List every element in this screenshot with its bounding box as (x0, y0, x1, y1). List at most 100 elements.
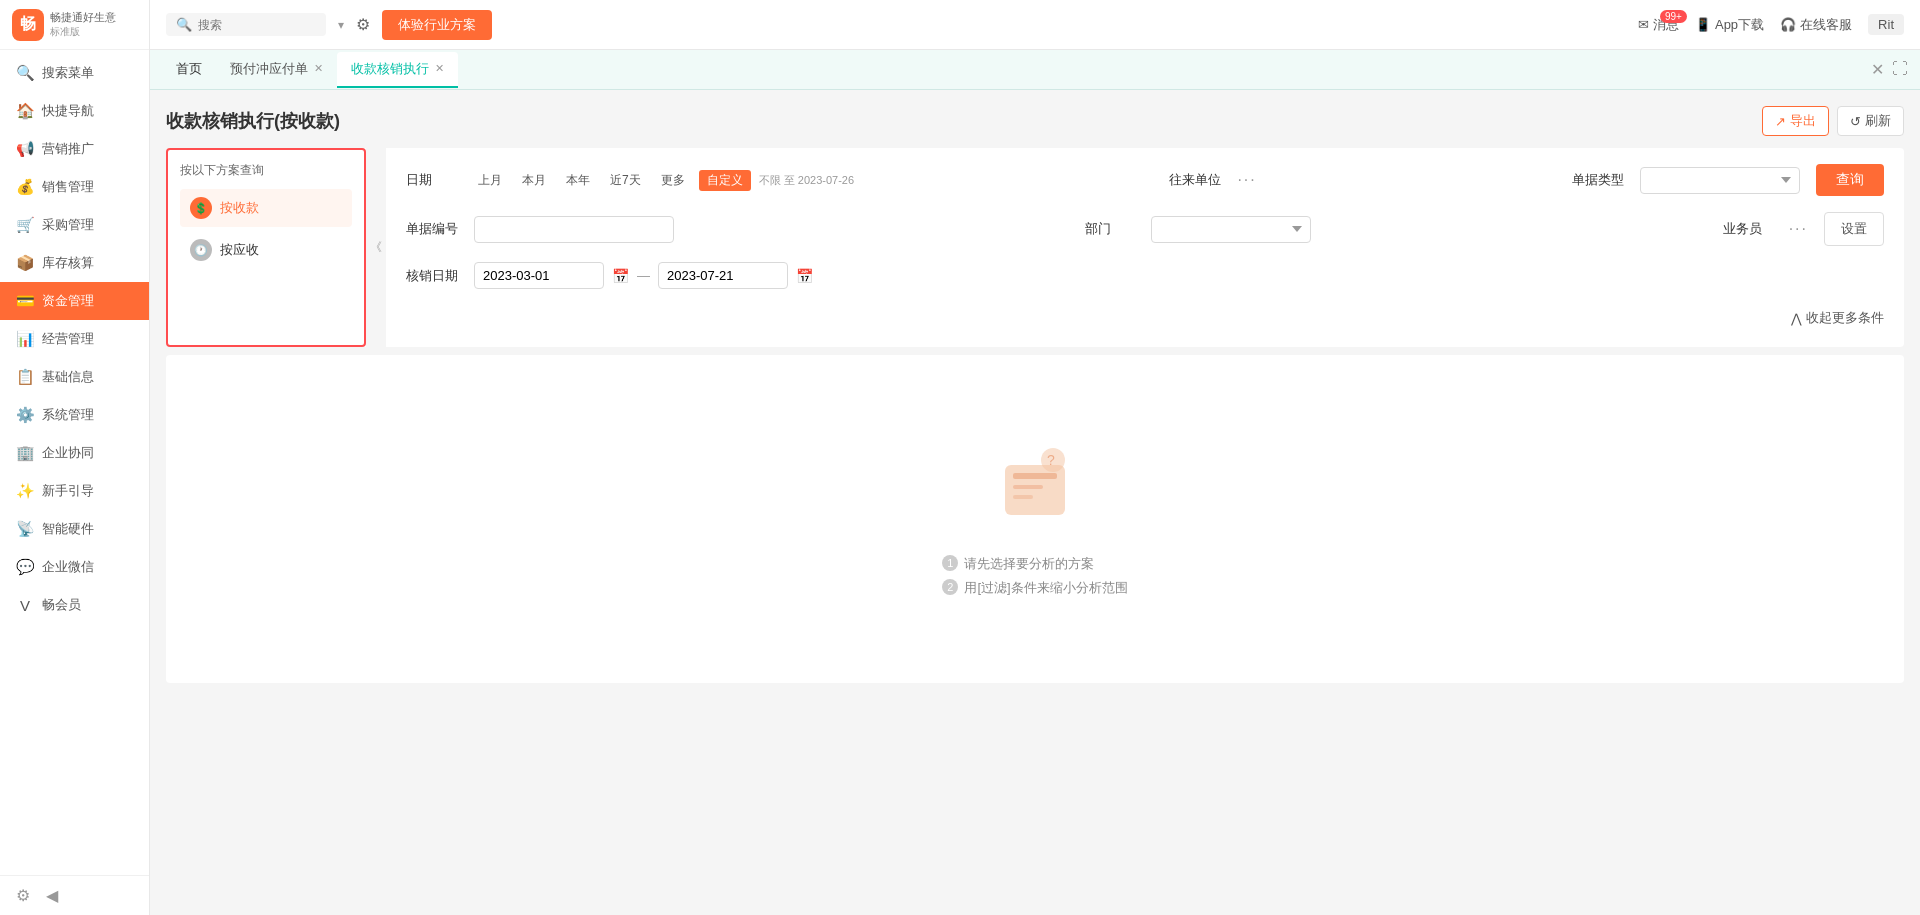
tab-actions: ✕ ⛶ (1871, 60, 1908, 79)
sidebar-item-quick-nav[interactable]: 🏠快捷导航 (0, 92, 149, 130)
settings-button[interactable]: 设置 (1824, 212, 1884, 246)
date-7days[interactable]: 近7天 (604, 170, 647, 191)
hardware-icon: 📡 (16, 520, 34, 538)
gear-icon[interactable]: ⚙ (356, 15, 370, 34)
sidebar-item-sales[interactable]: 💰销售管理 (0, 168, 149, 206)
date-more[interactable]: 更多 (655, 170, 691, 191)
sidebar-item-base-info[interactable]: 📋基础信息 (0, 358, 149, 396)
inventory-icon: 📦 (16, 254, 34, 272)
close-tab-icon[interactable]: ✕ (1871, 60, 1884, 79)
tab-bar: 首页 预付冲应付单 ✕ 收款核销执行 ✕ ✕ ⛶ (150, 50, 1920, 90)
department-select[interactable] (1151, 216, 1311, 243)
solution-button[interactable]: 体验行业方案 (382, 10, 492, 40)
date-last-month[interactable]: 上月 (472, 170, 508, 191)
calendar-end-icon[interactable]: 📅 (796, 268, 813, 284)
expand-tab-icon[interactable]: ⛶ (1892, 60, 1908, 79)
sidebar-logo: 畅 畅捷通好生意 标准版 (0, 0, 149, 50)
filter-collapse-button[interactable]: 《 (366, 148, 386, 347)
sidebar-item-hardware[interactable]: 📡智能硬件 (0, 510, 149, 548)
filter-panel: 按以下方案查询 💲 按收款 🕐 按应收 《 日期 (166, 148, 1904, 347)
empty-tip-1: 1 请先选择要分析的方案 (942, 555, 1127, 573)
sales-icon: 💰 (16, 178, 34, 196)
department-label: 部门 (1085, 220, 1135, 238)
sidebar-item-inventory[interactable]: 📦库存核算 (0, 244, 149, 282)
search-input[interactable] (198, 18, 316, 32)
empty-illustration: ? (985, 435, 1085, 535)
empty-state: ? 1 请先选择要分析的方案 2 用[过滤]条件来缩小分析范围 (166, 355, 1904, 683)
sidebar-item-guide[interactable]: ✨新手引导 (0, 472, 149, 510)
collapse-more-button[interactable]: ⋀ 收起更多条件 (1791, 305, 1884, 331)
logo-text: 畅捷通好生意 (50, 10, 116, 24)
refresh-button[interactable]: ↺ 刷新 (1837, 106, 1904, 136)
bill-type-label: 单据类型 (1572, 171, 1624, 189)
sidebar-footer: ⚙ ◀ (0, 875, 149, 915)
date-shortcuts: 上月 本月 本年 近7天 更多 自定义 不限 至 2023-07-26 (472, 170, 854, 191)
sidebar-item-enterprise[interactable]: 🏢企业协同 (0, 434, 149, 472)
svg-rect-0 (1005, 465, 1065, 515)
sidebar-item-vip[interactable]: V畅会员 (0, 586, 149, 624)
sidebar-item-wechat[interactable]: 💬企业微信 (0, 548, 149, 586)
operations-icon: 📊 (16, 330, 34, 348)
purchase-icon: 🛒 (16, 216, 34, 234)
writeoff-date-end[interactable] (658, 262, 788, 289)
filter-option-by-collection[interactable]: 💲 按收款 (180, 189, 352, 227)
page-title: 收款核销执行(按收款) (166, 109, 340, 133)
message-button[interactable]: ✉ 消息 99+ (1638, 16, 1679, 34)
wechat-icon: 💬 (16, 558, 34, 576)
tab-home[interactable]: 首页 (162, 52, 216, 88)
query-button[interactable]: 查询 (1816, 164, 1884, 196)
message-badge: 99+ (1660, 10, 1687, 23)
app-download-button[interactable]: 📱 App下载 (1695, 16, 1764, 34)
guide-icon: ✨ (16, 482, 34, 500)
header-search-box[interactable]: 🔍 (166, 13, 326, 36)
filter-row-2: 单据编号 部门 业务员 ··· 设置 (406, 212, 1884, 246)
bill-no-input[interactable] (474, 216, 674, 243)
collapse-sidebar-button[interactable]: ◀ (46, 886, 58, 905)
tab-close-prepay[interactable]: ✕ (314, 62, 323, 75)
writeoff-date-start[interactable] (474, 262, 604, 289)
sidebar-item-marketing[interactable]: 📢营销推广 (0, 130, 149, 168)
filter-option-by-receivable[interactable]: 🕐 按应收 (180, 231, 352, 269)
settings-footer-button[interactable]: ⚙ (16, 886, 30, 905)
capital-icon: 💳 (16, 292, 34, 310)
sidebar-item-search[interactable]: 🔍搜索菜单 (0, 54, 149, 92)
online-service-button[interactable]: 🎧 在线客服 (1780, 16, 1852, 34)
filter-row-1: 日期 上月 本月 本年 近7天 更多 自定义 不限 至 2023-07-26 往… (406, 164, 1884, 196)
tab-collection[interactable]: 收款核销执行 ✕ (337, 52, 458, 88)
collection-option-icon: 💲 (190, 197, 212, 219)
bill-type-select[interactable] (1640, 167, 1800, 194)
salesperson-label: 业务员 (1723, 220, 1773, 238)
svg-rect-1 (1013, 473, 1057, 479)
svg-rect-2 (1013, 485, 1043, 489)
search-icon: 🔍 (176, 17, 192, 32)
date-separator: — (637, 268, 650, 283)
sidebar-item-system[interactable]: ⚙️系统管理 (0, 396, 149, 434)
sidebar-item-capital[interactable]: 💳资金管理 (0, 282, 149, 320)
salesperson-dots-button[interactable]: ··· (1789, 220, 1808, 238)
counterparty-label: 往来单位 (1169, 171, 1221, 189)
empty-tips: 1 请先选择要分析的方案 2 用[过滤]条件来缩小分析范围 (942, 555, 1127, 603)
page-content: 收款核销执行(按收款) ↗ 导出 ↺ 刷新 按以下方案查询 💲 按收款 (150, 90, 1920, 915)
writeoff-date-input-group: 📅 — 📅 (474, 262, 813, 289)
counterparty-dots-button[interactable]: ··· (1237, 171, 1256, 189)
tip-num-1: 1 (942, 555, 958, 571)
collapse-chevron-icon: ⋀ (1791, 311, 1802, 326)
date-custom[interactable]: 自定义 (699, 170, 751, 191)
filter-panel-title: 按以下方案查询 (180, 162, 352, 179)
sidebar-item-purchase[interactable]: 🛒采购管理 (0, 206, 149, 244)
date-this-month[interactable]: 本月 (516, 170, 552, 191)
tab-prepay[interactable]: 预付冲应付单 ✕ (216, 52, 337, 88)
tab-close-collection[interactable]: ✕ (435, 62, 444, 75)
sidebar-nav: 🔍搜索菜单 🏠快捷导航 📢营销推广 💰销售管理 🛒采购管理 📦库存核算 💳资金管… (0, 50, 149, 875)
sidebar-item-operations[interactable]: 📊经营管理 (0, 320, 149, 358)
date-this-year[interactable]: 本年 (560, 170, 596, 191)
calendar-start-icon[interactable]: 📅 (612, 268, 629, 284)
export-button[interactable]: ↗ 导出 (1762, 106, 1829, 136)
marketing-icon: 📢 (16, 140, 34, 158)
user-menu[interactable]: Rit (1868, 14, 1904, 35)
header-right: ✉ 消息 99+ 📱 App下载 🎧 在线客服 Rit (1638, 14, 1904, 35)
chevron-down-icon[interactable]: ▾ (338, 18, 344, 32)
base-info-icon: 📋 (16, 368, 34, 386)
date-range-text: 不限 至 2023-07-26 (759, 173, 854, 188)
tip-num-2: 2 (942, 579, 958, 595)
